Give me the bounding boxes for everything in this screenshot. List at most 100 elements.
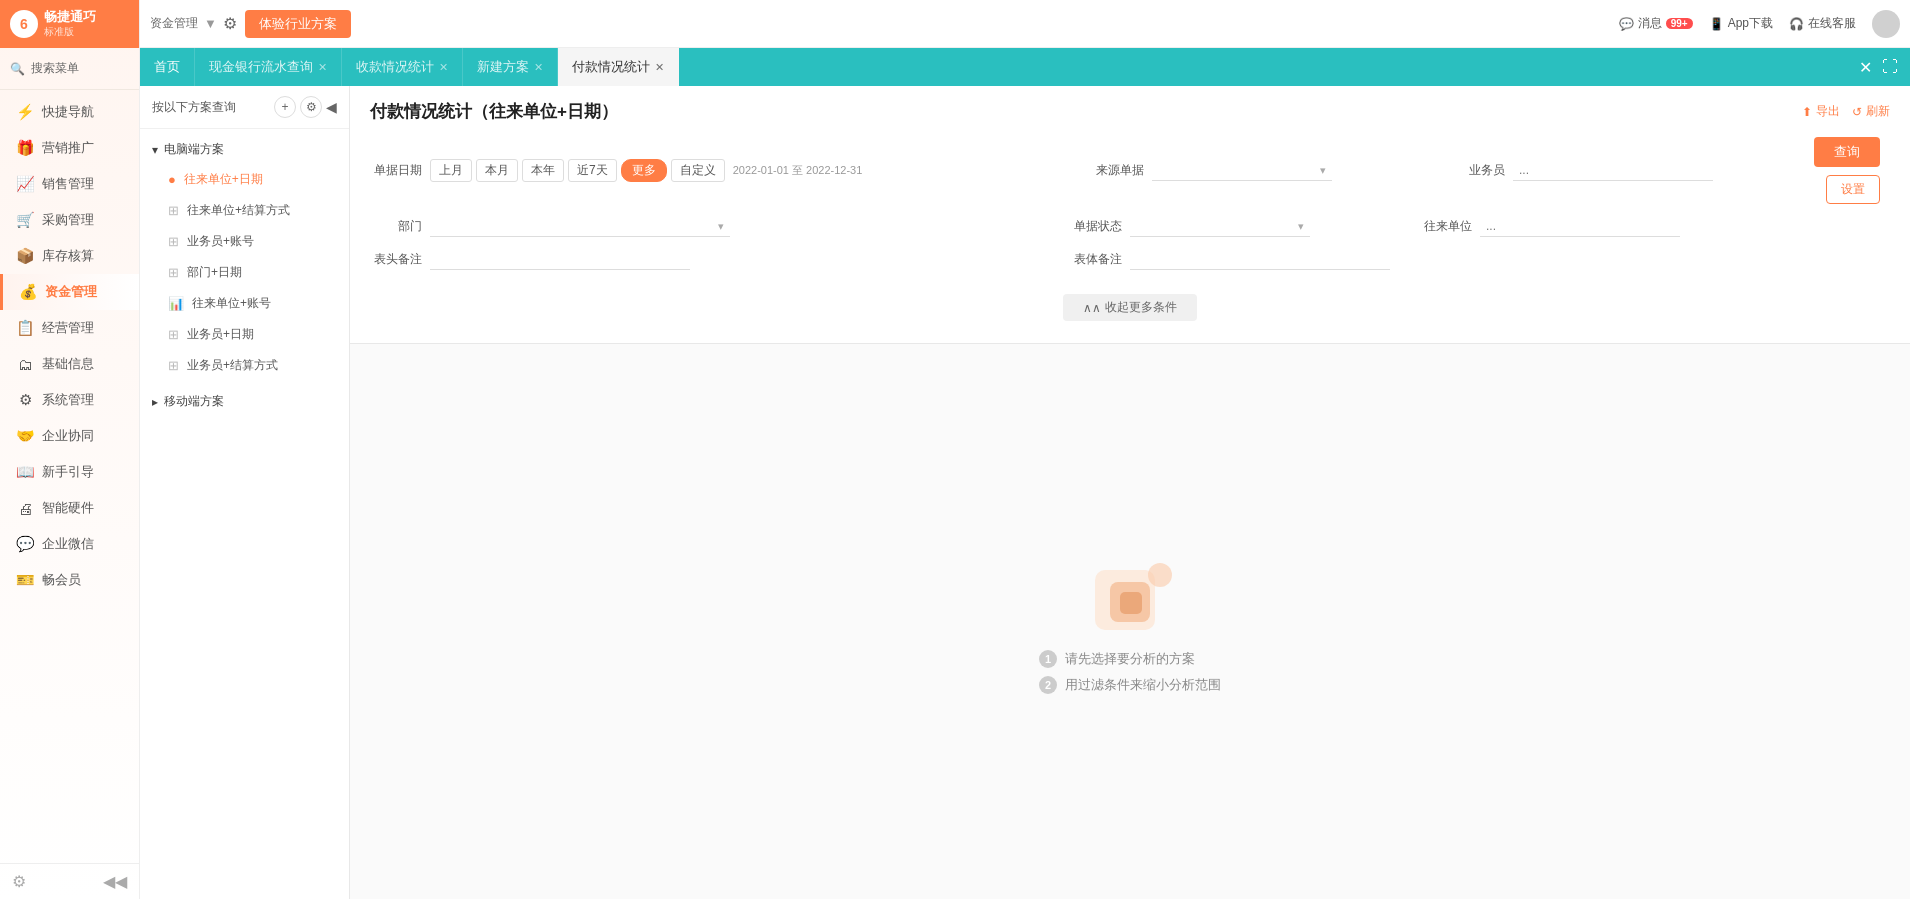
- counterpart-input[interactable]: [1480, 216, 1680, 237]
- messages-label: 消息: [1638, 15, 1662, 32]
- sidebar-item-label: 营销推广: [42, 139, 94, 157]
- tab-bank-close[interactable]: ✕: [318, 61, 327, 74]
- trial-button[interactable]: 体验行业方案: [245, 10, 351, 38]
- breadcrumb-arrow: ▼: [204, 16, 217, 31]
- scheme-unit-date-label: 往来单位+日期: [184, 171, 337, 188]
- scheme-item-unit-date[interactable]: ● 往来单位+日期: [140, 164, 349, 195]
- sidebar-item-enterprise[interactable]: 🤝 企业协同: [0, 418, 139, 454]
- topbar-settings-icon[interactable]: ⚙: [223, 14, 237, 33]
- collapse-arrow-icon: ∧∧: [1083, 301, 1101, 315]
- refresh-button[interactable]: ↺ 刷新: [1852, 103, 1890, 120]
- date-range-text: 2022-01-01 至 2022-12-31: [733, 163, 863, 178]
- date-custom[interactable]: 自定义: [671, 159, 725, 182]
- svg-point-3: [1148, 563, 1172, 587]
- messages-button[interactable]: 💬 消息 99+: [1619, 15, 1693, 32]
- dept-select-arrow: ▾: [718, 220, 724, 233]
- chevron-down-icon: ▾: [152, 143, 158, 157]
- query-button[interactable]: 查询: [1814, 137, 1880, 167]
- sidebar-item-inventory[interactable]: 📦 库存核算: [0, 238, 139, 274]
- scheme-icon-6: ⊞: [168, 327, 179, 342]
- close-all-tabs-button[interactable]: ✕: [1855, 54, 1876, 81]
- sidebar-item-system[interactable]: ⚙ 系统管理: [0, 382, 139, 418]
- wechat-icon: 💬: [16, 535, 34, 553]
- tab-payment-close[interactable]: ✕: [655, 61, 664, 74]
- scheme-item-staff-payment[interactable]: ⊞ 业务员+结算方式: [140, 350, 349, 381]
- tab-payment[interactable]: 付款情况统计 ✕: [558, 48, 679, 86]
- settings-footer-icon[interactable]: ⚙: [12, 872, 26, 891]
- tab-receipt-close[interactable]: ✕: [439, 61, 448, 74]
- tab-home[interactable]: 首页: [140, 48, 195, 86]
- date-last-7[interactable]: 近7天: [568, 159, 617, 182]
- date-this-month[interactable]: 本月: [476, 159, 518, 182]
- date-more[interactable]: 更多: [621, 159, 667, 182]
- date-buttons: 上月 本月 本年 近7天 更多 自定义 2022-01-01 至 2022-12…: [430, 159, 862, 182]
- desktop-group-header[interactable]: ▾ 电脑端方案: [140, 135, 349, 164]
- header-note-input[interactable]: [430, 249, 690, 270]
- date-last-month[interactable]: 上月: [430, 159, 472, 182]
- sidebar-item-label: 资金管理: [45, 283, 97, 301]
- online-service-button[interactable]: 🎧 在线客服: [1789, 15, 1856, 32]
- scheme-panel-header: 按以下方案查询 + ⚙ ◀: [140, 86, 349, 129]
- sidebar-item-sales[interactable]: 📈 销售管理: [0, 166, 139, 202]
- search-menu-button[interactable]: 🔍 搜索菜单: [10, 56, 129, 81]
- scheme-item-staff-account[interactable]: ⊞ 业务员+账号: [140, 226, 349, 257]
- collapse-filters-button[interactable]: ∧∧ 收起更多条件: [1063, 294, 1197, 321]
- chevron-right-icon: ▸: [152, 395, 158, 409]
- collapse-filters-label: 收起更多条件: [1105, 299, 1177, 316]
- sidebar-item-operation[interactable]: 📋 经营管理: [0, 310, 139, 346]
- source-label: 来源单据: [1092, 162, 1152, 179]
- sidebar-item-purchase[interactable]: 🛒 采购管理: [0, 202, 139, 238]
- messages-badge: 99+: [1666, 18, 1693, 29]
- add-scheme-button[interactable]: +: [274, 96, 296, 118]
- content-area: 按以下方案查询 + ⚙ ◀ ▾ 电脑端方案 ● 往来单位+日期 ⊞: [140, 86, 1910, 899]
- staff-input[interactable]: [1513, 160, 1713, 181]
- collapse-sidebar-icon[interactable]: ◀◀: [103, 872, 127, 891]
- sidebar-item-hardware[interactable]: 🖨 智能硬件: [0, 490, 139, 526]
- scheme-staff-payment-label: 业务员+结算方式: [187, 357, 337, 374]
- tab-new[interactable]: 新建方案 ✕: [463, 48, 558, 86]
- scheme-item-unit-account[interactable]: 📊 往来单位+账号: [140, 288, 349, 319]
- scheme-settings-button[interactable]: ⚙: [300, 96, 322, 118]
- sidebar-item-marketing[interactable]: 🎁 营销推广: [0, 130, 139, 166]
- user-avatar[interactable]: [1872, 10, 1900, 38]
- scheme-unit-payment-label: 往来单位+结算方式: [187, 202, 337, 219]
- date-filter-col: 单据日期 上月 本月 本年 近7天 更多 自定义 2022-01-01 至 20…: [370, 159, 1092, 182]
- sidebar-item-guide[interactable]: 📖 新手引导: [0, 454, 139, 490]
- mobile-group-label: 移动端方案: [164, 393, 224, 410]
- tab-receipt[interactable]: 收款情况统计 ✕: [342, 48, 463, 86]
- collapse-scheme-panel-button[interactable]: ◀: [326, 99, 337, 115]
- phone-icon: 📱: [1709, 17, 1724, 31]
- maximize-button[interactable]: ⛶: [1878, 54, 1902, 80]
- staff-filter-col: 业务员: [1453, 160, 1814, 181]
- mobile-group-header[interactable]: ▸ 移动端方案: [140, 387, 349, 416]
- sidebar-item-member[interactable]: 🎫 畅会员: [0, 562, 139, 598]
- sidebar-item-basic[interactable]: 🗂 基础信息: [0, 346, 139, 382]
- body-note-input[interactable]: [1130, 249, 1390, 270]
- step-1-number: 1: [1039, 650, 1057, 668]
- app-download-button[interactable]: 📱 App下载: [1709, 15, 1773, 32]
- filter-settings-button[interactable]: 设置: [1826, 175, 1880, 204]
- export-button[interactable]: ⬆ 导出: [1802, 103, 1840, 120]
- tab-bank[interactable]: 现金银行流水查询 ✕: [195, 48, 342, 86]
- date-this-year[interactable]: 本年: [522, 159, 564, 182]
- guide-icon: 📖: [16, 463, 34, 481]
- bill-status-select[interactable]: ▾: [1130, 217, 1310, 237]
- step-2-number: 2: [1039, 676, 1057, 694]
- dept-select[interactable]: ▾: [430, 217, 730, 237]
- filter-row-3: 表头备注 表体备注: [370, 249, 1890, 270]
- source-filter-col: 来源单据 ▾: [1092, 161, 1453, 181]
- sidebar-item-wechat[interactable]: 💬 企业微信: [0, 526, 139, 562]
- tab-new-close[interactable]: ✕: [534, 61, 543, 74]
- filter-row-2: 部门 ▾ 单据状态 ▾ 往来单位: [370, 216, 1890, 237]
- scheme-item-dept-date[interactable]: ⊞ 部门+日期: [140, 257, 349, 288]
- scheme-item-staff-date[interactable]: ⊞ 业务员+日期: [140, 319, 349, 350]
- source-select[interactable]: ▾: [1152, 161, 1332, 181]
- sidebar-item-finance[interactable]: 💰 资金管理: [0, 274, 139, 310]
- sidebar-item-shortcuts[interactable]: ⚡ 快捷导航: [0, 94, 139, 130]
- sidebar-search-section: 🔍 搜索菜单: [0, 48, 139, 90]
- tabbar-actions: ✕ ⛶: [1855, 48, 1910, 86]
- scheme-item-unit-payment[interactable]: ⊞ 往来单位+结算方式: [140, 195, 349, 226]
- scheme-staff-account-label: 业务员+账号: [187, 233, 337, 250]
- app-logo-icon: 6: [10, 10, 38, 38]
- search-label: 搜索菜单: [31, 60, 79, 77]
